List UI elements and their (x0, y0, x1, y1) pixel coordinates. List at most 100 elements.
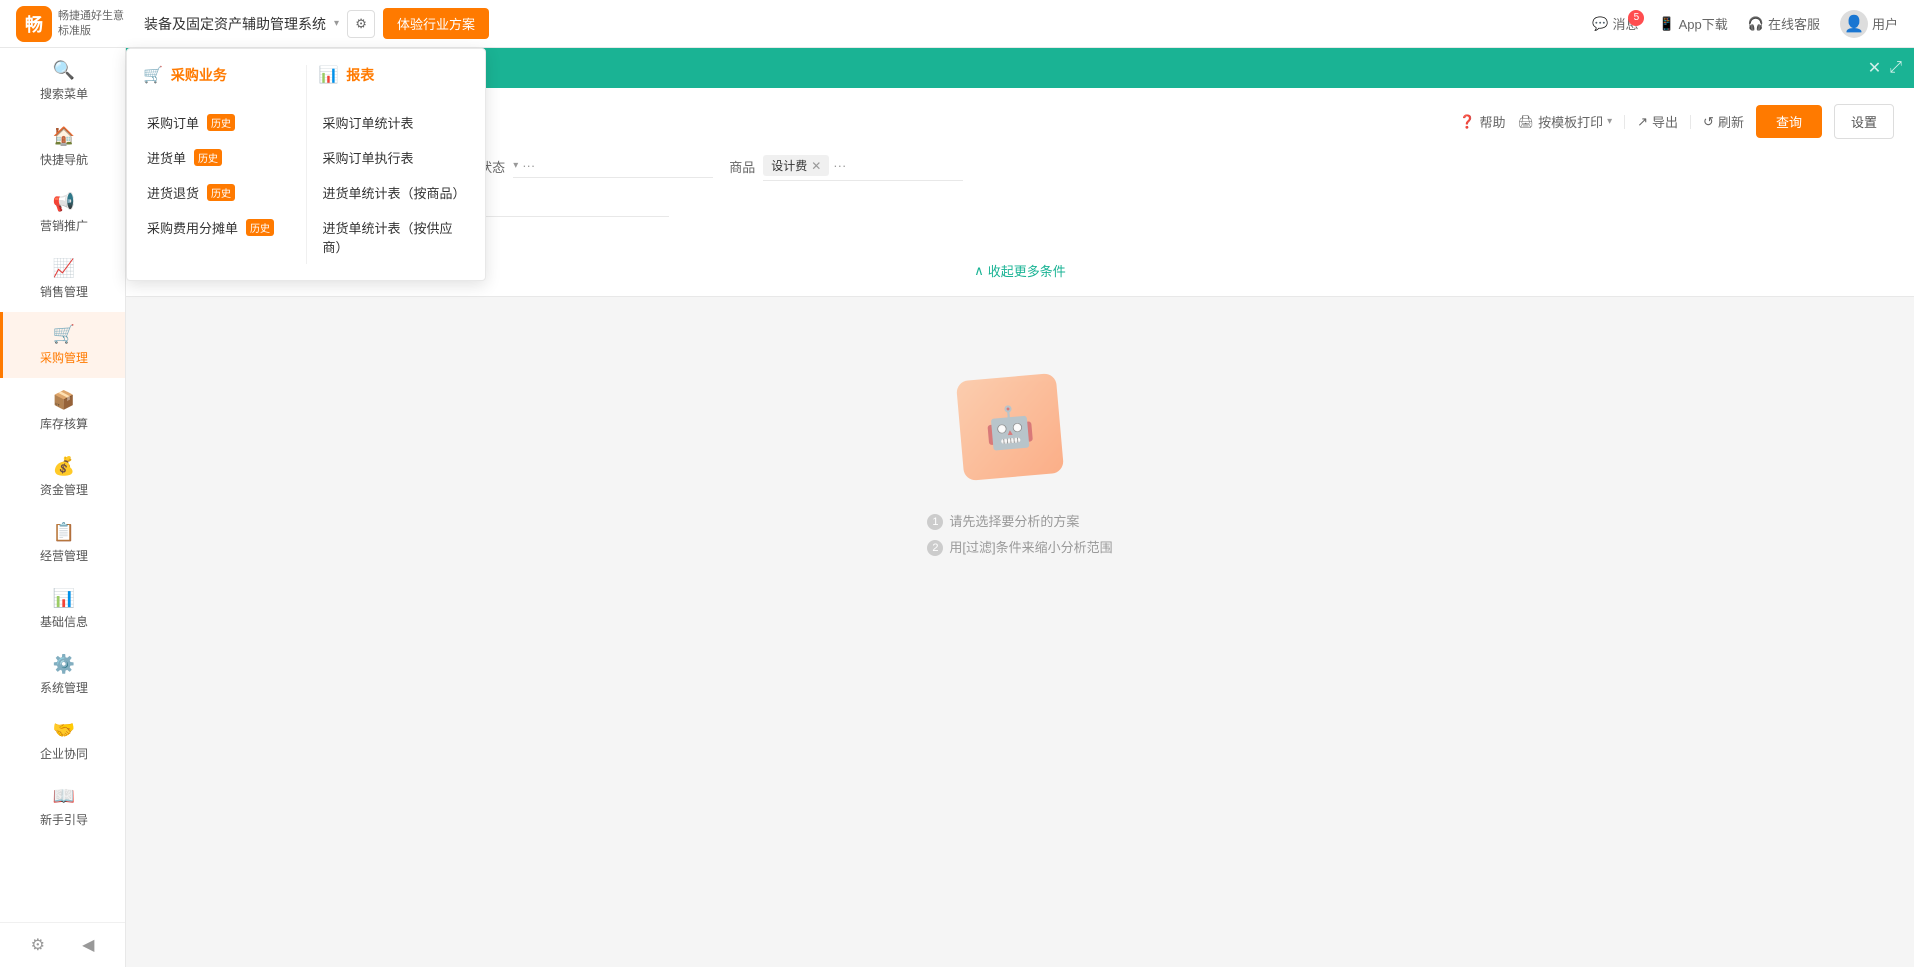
industry-button[interactable]: 体验行业方案 (383, 8, 489, 39)
goods-tag: 设计费 ✕ (763, 155, 829, 176)
goods-label: 商品 (729, 157, 755, 176)
system-icon: ⚙️ (53, 654, 75, 675)
top-bar: 畅 畅捷通好生意 标准版 装备及固定资产辅助管理系统 ▾ ⚙ 体验行业方案 💬 … (0, 0, 1914, 48)
order-status-filter: 单据状态 ▾ ··· (453, 154, 713, 178)
operation-icon: 📋 (53, 522, 75, 543)
goods-return-badge: 历史 (207, 184, 235, 201)
headset-icon: 🎧 (1748, 16, 1764, 32)
home-icon: 🏠 (53, 126, 75, 147)
menu-item-goods-stat-by-supplier[interactable]: 进货单统计表（按供应商） (319, 210, 470, 264)
chevron-down-icon: ▾ (334, 18, 339, 29)
purchase-order-badge: 历史 (207, 114, 235, 131)
top-bar-left: 畅 畅捷通好生意 标准版 装备及固定资产辅助管理系统 ▾ ⚙ 体验行业方案 (16, 6, 1592, 42)
search-icon: 🔍 (53, 60, 75, 81)
settings-button[interactable]: ⚙ (347, 10, 375, 38)
logo-text: 畅捷通好生意 标准版 (58, 9, 124, 38)
system-name: 装备及固定资产辅助管理系统 (144, 14, 326, 34)
purchase-expense-badge: 历史 (246, 219, 274, 236)
goods-tag-close[interactable]: ✕ (811, 159, 821, 173)
tab-close-all-icon[interactable]: ✕ (1868, 58, 1881, 78)
goods-receipt-badge: 历史 (194, 149, 222, 166)
query-button[interactable]: 查询 (1756, 105, 1822, 138)
sidebar-item-finance[interactable]: 💰 资金管理 (0, 444, 125, 510)
tip-num-2: 2 (927, 540, 943, 556)
goods-filter: 商品 设计费 ✕ ··· (729, 151, 963, 181)
robot-icon: 🤖 (956, 373, 1064, 481)
menu-item-goods-return[interactable]: 进货退货 历史 (143, 175, 294, 210)
user-button[interactable]: 👤 用户 (1840, 10, 1898, 38)
goods-dots[interactable]: ··· (833, 158, 846, 173)
app-container: 畅 畅捷通好生意 标准版 装备及固定资产辅助管理系统 ▾ ⚙ 体验行业方案 💬 … (0, 0, 1914, 967)
sidebar-item-system[interactable]: ⚙️ 系统管理 (0, 642, 125, 708)
marketing-icon: 📢 (53, 192, 75, 213)
sidebar-item-enterprise[interactable]: 🤝 企业协同 (0, 708, 125, 774)
menu-item-purchase-order-exec[interactable]: 采购订单执行表 (319, 140, 470, 175)
refresh-icon: ↺ (1703, 114, 1714, 130)
logo-icon: 畅 (16, 6, 52, 42)
sidebar-item-inventory[interactable]: 📦 库存核算 (0, 378, 125, 444)
sidebar-item-marketing[interactable]: 📢 营销推广 (0, 180, 125, 246)
purchase-icon: 🛒 (53, 324, 75, 345)
menu-item-purchase-order-stat[interactable]: 采购订单统计表 (319, 105, 470, 140)
sidebar-item-operation[interactable]: 📋 经营管理 (0, 510, 125, 576)
order-status-chevron: ▾ (513, 160, 518, 171)
system-name-dropdown[interactable]: 装备及固定资产辅助管理系统 ▾ (144, 14, 339, 34)
empty-tip-1: 1 请先选择要分析的方案 (927, 509, 1112, 535)
print-chevron-icon: ▾ (1607, 116, 1612, 127)
refresh-button[interactable]: ↺ 刷新 (1703, 112, 1744, 131)
tip-num-1: 1 (927, 514, 943, 530)
export-icon: ↗ (1637, 114, 1648, 130)
finance-icon: 💰 (53, 456, 75, 477)
collapse-icon: ∧ (974, 263, 984, 279)
inventory-icon: 📦 (53, 390, 75, 411)
logo-area: 畅 畅捷通好生意 标准版 (16, 6, 124, 42)
goods-input[interactable]: 设计费 ✕ ··· (763, 151, 963, 181)
menu-divider (306, 65, 307, 264)
purchase-report-section: 📊 报表 采购订单统计表 采购订单执行表 进货单统计表（按商品） 进货单统计表（… (319, 65, 470, 264)
message-icon: 💬 (1592, 16, 1608, 32)
menu-item-goods-stat-by-product[interactable]: 进货单统计表（按商品） (319, 175, 470, 210)
guide-icon: 📖 (53, 786, 75, 807)
purchase-section-icon: 🛒 (143, 65, 163, 85)
empty-tip-2: 2 用[过滤]条件来缩小分析范围 (927, 535, 1112, 561)
page-content: 🤖 1 请先选择要分析的方案 2 用[过滤]条件来缩小分析范围 (126, 297, 1914, 967)
print-icon: 🖨 (1518, 114, 1535, 130)
app-download-button[interactable]: 📱 App下载 (1658, 14, 1727, 33)
online-service-button[interactable]: 🎧 在线客服 (1748, 14, 1820, 33)
order-status-input[interactable]: ▾ ··· (513, 154, 713, 178)
sidebar-item-guide[interactable]: 📖 新手引导 (0, 774, 125, 840)
empty-illustration: 🤖 (960, 377, 1080, 497)
print-template-button[interactable]: 🖨 按模板打印 ▾ (1518, 112, 1613, 131)
sidebar-settings-button[interactable]: ⚙ (31, 935, 45, 955)
purchase-business-title: 🛒 采购业务 (143, 65, 294, 93)
toolbar-divider2 (1690, 115, 1691, 129)
sidebar-item-search[interactable]: 🔍 搜索菜单 (0, 48, 125, 114)
menu-item-purchase-expense[interactable]: 采购费用分摊单 历史 (143, 210, 294, 245)
sidebar-collapse-button[interactable]: ◀ (82, 935, 94, 955)
help-button[interactable]: ❓ 帮助 (1459, 112, 1505, 131)
sidebar-item-purchase[interactable]: 🛒 采购管理 (0, 312, 125, 378)
sales-icon: 📈 (53, 258, 75, 279)
avatar: 👤 (1840, 10, 1868, 38)
sidebar-item-sales[interactable]: 📈 销售管理 (0, 246, 125, 312)
sidebar-item-basic-info[interactable]: 📊 基础信息 (0, 576, 125, 642)
purchase-report-title: 📊 报表 (319, 65, 470, 93)
tab-bar-right: ✕ ⤢ (1868, 58, 1914, 78)
sidebar: 🔍 搜索菜单 🏠 快捷导航 📢 营销推广 📈 销售管理 🛒 采购管理 📦 (0, 48, 126, 967)
menu-item-goods-receipt[interactable]: 进货单 历史 (143, 140, 294, 175)
tab-expand-icon[interactable]: ⤢ (1889, 59, 1902, 77)
export-button[interactable]: ↗ 导出 (1637, 112, 1678, 131)
collapse-button[interactable]: ∧ 收起更多条件 (974, 261, 1066, 280)
basic-info-icon: 📊 (53, 588, 75, 609)
menu-item-purchase-order[interactable]: 采购订单 历史 (143, 105, 294, 140)
sidebar-item-quick-nav[interactable]: 🏠 快捷导航 (0, 114, 125, 180)
salesperson-input[interactable]: ··· (469, 193, 669, 217)
set-button[interactable]: 设置 (1834, 104, 1894, 139)
phone-icon: 📱 (1658, 16, 1674, 32)
report-section-icon: 📊 (319, 65, 339, 85)
order-status-dots[interactable]: ··· (522, 158, 535, 173)
purchase-business-section: 🛒 采购业务 采购订单 历史 进货单 历史 进货退货 历史 采购费用分摊单 历史 (143, 65, 294, 264)
purchase-dropdown-menu: 🛒 采购业务 采购订单 历史 进货单 历史 进货退货 历史 采购费用分摊单 历史 (126, 48, 486, 281)
empty-tips: 1 请先选择要分析的方案 2 用[过滤]条件来缩小分析范围 (927, 509, 1112, 561)
message-button[interactable]: 💬 消息 5 (1592, 14, 1638, 33)
